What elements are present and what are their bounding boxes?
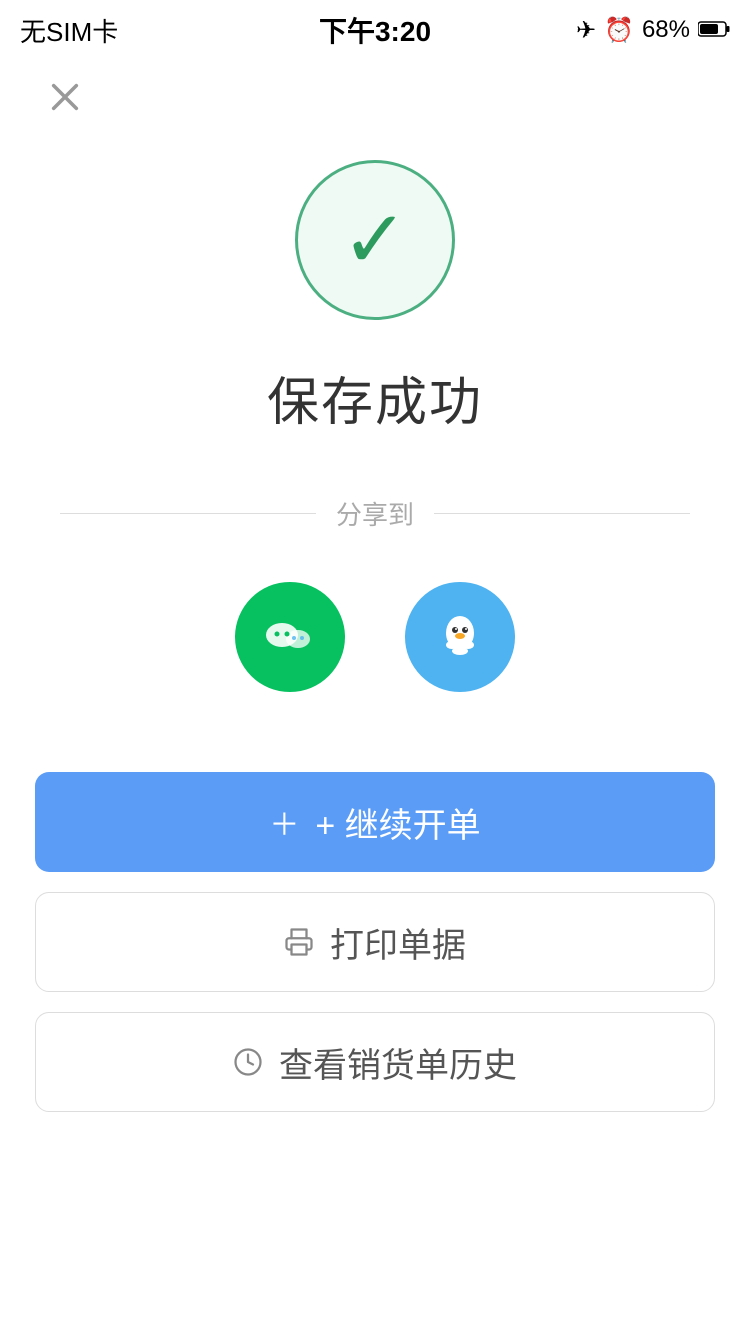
carrier-text: 无SIM卡: [20, 12, 118, 49]
print-label: 打印单据: [330, 918, 466, 967]
divider-right: [434, 513, 690, 514]
history-label: 查看销货单历史: [279, 1038, 517, 1087]
print-button[interactable]: 打印单据: [35, 892, 715, 992]
success-title: 保存成功: [267, 360, 483, 435]
history-icon: [233, 1047, 263, 1077]
divider-left: [60, 513, 316, 514]
success-circle: ✓: [295, 160, 455, 320]
wechat-icon: [260, 607, 320, 667]
main-content: ✓ 保存成功 分享到: [0, 60, 750, 1112]
status-right: ✈ ⏰ 68%: [576, 16, 730, 45]
location-icon: ✈: [576, 16, 596, 45]
qq-share-button[interactable]: [405, 582, 515, 692]
status-bar: 无SIM卡 下午3:20 ✈ ⏰ 68%: [0, 0, 750, 60]
close-button[interactable]: [40, 72, 90, 122]
qq-icon: [430, 607, 490, 667]
alarm-icon: ⏰: [604, 16, 634, 45]
print-icon: [284, 927, 314, 957]
continue-label: + 继续开单: [315, 798, 480, 847]
share-icons: [235, 582, 515, 692]
history-button[interactable]: 查看销货单历史: [35, 1012, 715, 1112]
plus-icon: ＋: [269, 800, 299, 844]
continue-button[interactable]: ＋ + 继续开单: [35, 772, 715, 872]
wechat-share-button[interactable]: [235, 582, 345, 692]
battery-icon: [698, 16, 730, 44]
share-label: 分享到: [336, 495, 414, 532]
status-left: 无SIM卡: [20, 12, 126, 49]
battery-percent: 68%: [642, 16, 690, 44]
checkmark-icon: ✓: [341, 200, 408, 280]
share-divider: 分享到: [0, 495, 750, 532]
status-time: 下午3:20: [319, 10, 431, 50]
action-buttons: ＋ + 继续开单 打印单据 查看销货单历史: [35, 772, 715, 1112]
